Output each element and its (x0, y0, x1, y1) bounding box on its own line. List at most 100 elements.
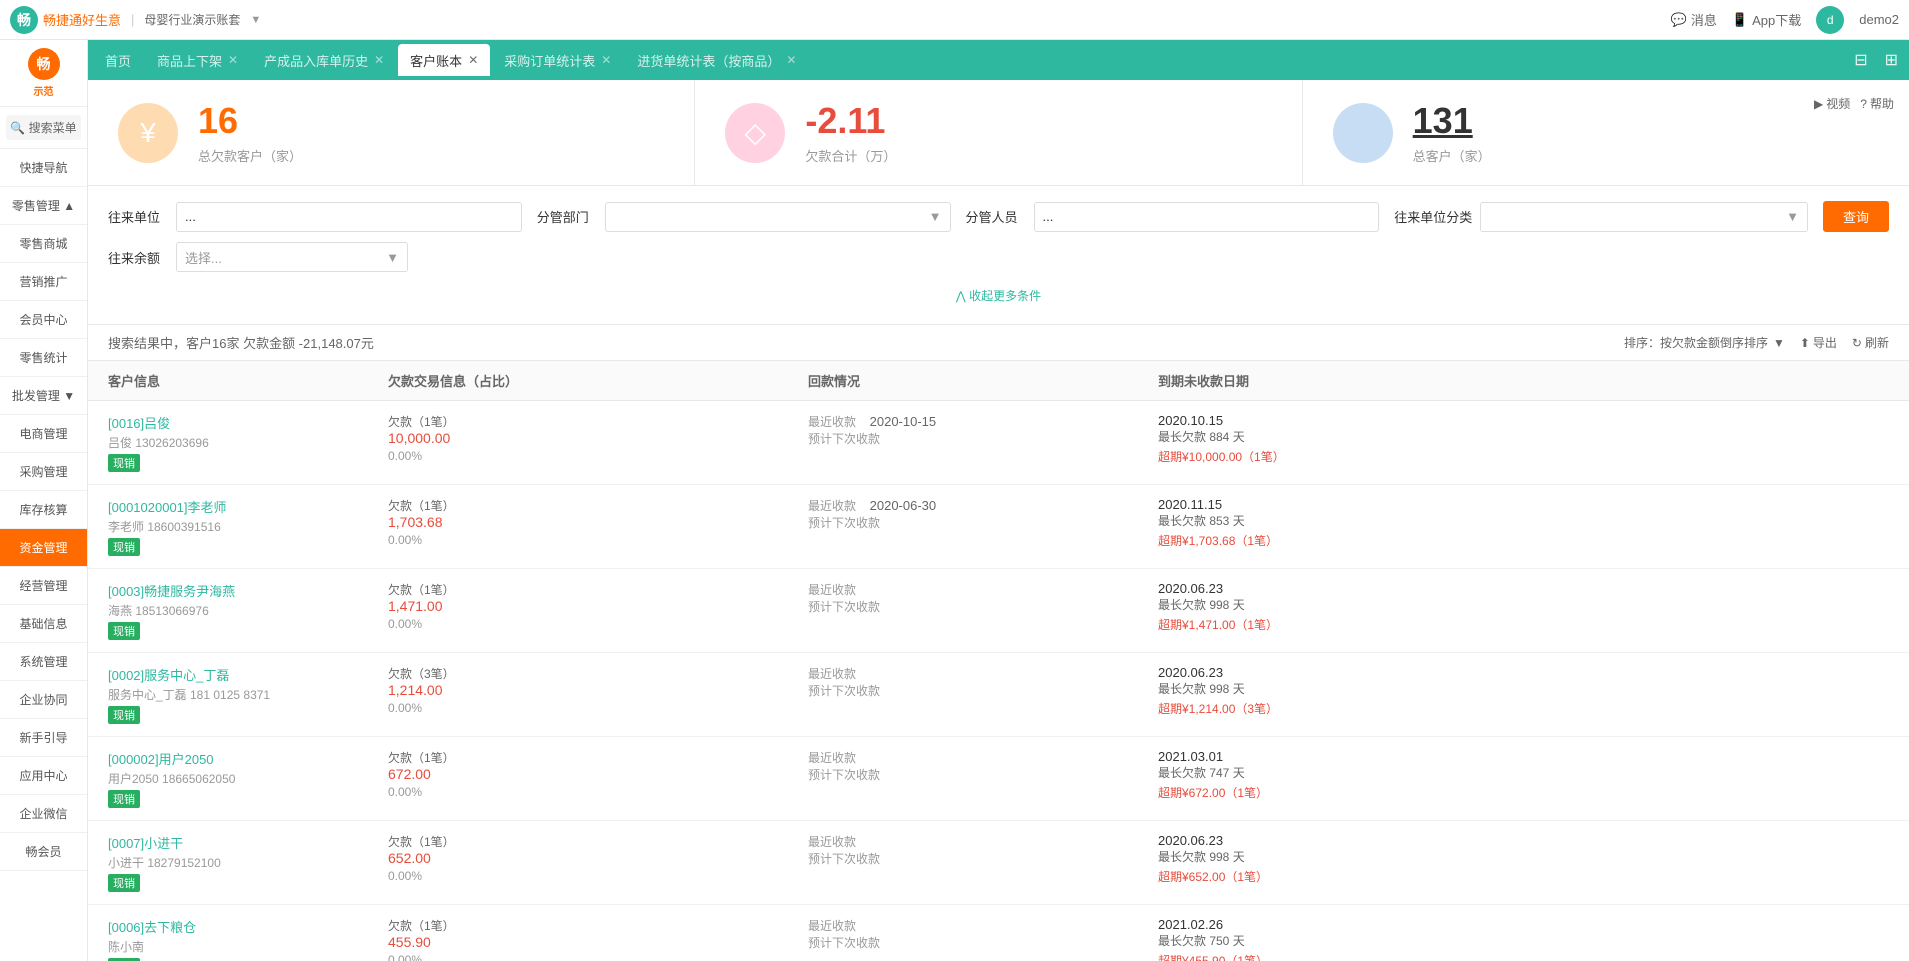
tab-purchase-stats[interactable]: 进货单统计表（按商品） ✕ (625, 44, 808, 76)
sidebar-item-batch-mgmt[interactable]: 批发管理 ▼ (0, 377, 87, 415)
sidebar-item-member[interactable]: 会员中心 (0, 301, 87, 339)
overdue-2[interactable]: 超期¥1,703.68（1笔） (1158, 532, 1889, 549)
sidebar-item-retail-mgmt[interactable]: 零售管理 ▲ (0, 187, 87, 225)
customer-phone-1: 吕俊 13026203696 (108, 434, 388, 451)
debt-amount-2[interactable]: 1,703.68 (388, 514, 443, 530)
filter-dept-select[interactable]: ▼ (605, 202, 951, 232)
overdue-6[interactable]: 超期¥652.00（1笔） (1158, 868, 1889, 885)
customer-name-link-6[interactable]: [0007]小进干 (108, 836, 183, 851)
export-btn[interactable]: ⬆ 导出 (1800, 334, 1837, 351)
col-header-customer: 客户信息 (108, 371, 388, 390)
sidebar-item-marketing[interactable]: 营销推广 (0, 263, 87, 301)
sidebar-item-newbie[interactable]: 新手引导 (0, 719, 87, 757)
page-content: ¥ 16 总欠款客户（家） ◇ -2.11 (88, 80, 1909, 961)
sidebar-item-quick-nav-label: 快捷导航 (19, 161, 67, 175)
debt-amount-5[interactable]: 672.00 (388, 766, 431, 782)
overdue-4[interactable]: 超期¥1,214.00（3笔） (1158, 700, 1889, 717)
debt-amount-7[interactable]: 455.90 (388, 934, 431, 950)
customer-name-link-1[interactable]: [0016]吕俊 (108, 416, 170, 431)
filter-row-2: 往来余额 选择... ▼ (108, 242, 1889, 272)
customer-phone-6: 小进干 18279152100 (108, 854, 388, 871)
sort-select[interactable]: 排序：按欠款金额倒序排序 ▼ (1624, 334, 1785, 351)
debt-info-7: 欠款（1笔） 455.90 0.00% (388, 917, 808, 961)
debt-amount-1[interactable]: 10,000.00 (388, 430, 450, 446)
video-btn[interactable]: ▶ 视频 (1814, 95, 1850, 112)
building-icon (1348, 118, 1378, 148)
filter-category-arrow: ▼ (1786, 209, 1799, 224)
tab-maximize-icon[interactable]: ⊞ (1879, 48, 1904, 72)
tab-close-icon[interactable]: ✕ (468, 53, 478, 67)
customer-name-link-5[interactable]: [000002]用户2050 (108, 752, 214, 767)
sidebar-item-sys[interactable]: 系统管理 (0, 643, 87, 681)
debt-pct-6: 0.00% (388, 869, 808, 883)
tab-product-history[interactable]: 产成品入库单历史 ✕ (252, 44, 396, 76)
tab-home[interactable]: 首页 (93, 44, 143, 76)
debt-amount-4[interactable]: 1,214.00 (388, 682, 443, 698)
col-header-due: 到期未收款日期 (1158, 371, 1889, 390)
search-menu-btn[interactable]: 🔍 搜索菜单 (6, 115, 81, 140)
sidebar-item-ops[interactable]: 经营管理 (0, 567, 87, 605)
customer-info-7: [0006]去下粮仓 陈小南 现销 (108, 917, 388, 961)
sidebar-item-purchase[interactable]: 采购管理 (0, 453, 87, 491)
filter-unit-input[interactable]: ... (176, 202, 522, 232)
sidebar-item-finance[interactable]: 资金管理 (0, 529, 87, 567)
debt-amount-6[interactable]: 652.00 (388, 850, 431, 866)
sidebar-item-retail-mall[interactable]: 零售商城 (0, 225, 87, 263)
overdue-3[interactable]: 超期¥1,471.00（1笔） (1158, 616, 1889, 633)
tab-close-icon[interactable]: ✕ (601, 53, 611, 67)
tab-close-icon[interactable]: ✕ (374, 53, 384, 67)
sidebar-item-ecom[interactable]: 电商管理 (0, 415, 87, 453)
overdue-1[interactable]: 超期¥10,000.00（1笔） (1158, 448, 1889, 465)
filter-category-select[interactable]: ▼ (1480, 202, 1808, 232)
sidebar-item-corp[interactable]: 企业协同 (0, 681, 87, 719)
stat-number-total-customers: 131 (1413, 100, 1491, 142)
tab-customer-account[interactable]: 客户账本 ✕ (398, 44, 490, 76)
tab-purchase-order[interactable]: 采购订单统计表 ✕ (492, 44, 623, 76)
customer-phone-2: 李老师 18600391516 (108, 518, 388, 535)
filter-balance-select[interactable]: 选择... ▼ (176, 242, 408, 272)
tab-close-icon[interactable]: ✕ (228, 53, 238, 67)
search-button[interactable]: 查询 (1823, 201, 1889, 232)
return-info-2: 最近收款 2020-06-30 预计下次收款 (808, 497, 1158, 556)
due-info-2: 2020.11.15 最长欠款 853 天 超期¥1,703.68（1笔） (1158, 497, 1889, 556)
tab-bar-actions: ⊟ ⊞ (1848, 48, 1904, 72)
company-dropdown-arrow[interactable]: ▼ (250, 14, 261, 26)
sidebar-item-retail-stats[interactable]: 零售统计 (0, 339, 87, 377)
debt-info-4: 欠款（3笔） 1,214.00 0.00% (388, 665, 808, 724)
customer-name-link-4[interactable]: [0002]服务中心_丁磊 (108, 668, 229, 683)
tab-product-shelf[interactable]: 商品上下架 ✕ (145, 44, 250, 76)
customer-name-link-2[interactable]: [0001020001]李老师 (108, 500, 227, 515)
collapse-btn[interactable]: ⋀ 收起更多条件 (108, 282, 1889, 309)
customer-name-link-3[interactable]: [0003]畅捷服务尹海燕 (108, 584, 235, 599)
return-label-5: 最近收款 (808, 751, 856, 765)
overdue-5[interactable]: 超期¥672.00（1笔） (1158, 784, 1889, 801)
tab-close-icon[interactable]: ✕ (786, 53, 796, 67)
help-btn[interactable]: ? 帮助 (1860, 95, 1894, 112)
filter-balance-placeholder: 选择... (185, 248, 222, 267)
overdue-7[interactable]: 超期¥455.90（1笔） (1158, 952, 1889, 961)
filter-person-input[interactable]: ... (1034, 202, 1380, 232)
sidebar-item-vip[interactable]: 畅会员 (0, 833, 87, 871)
due-info-5: 2021.03.01 最长欠款 747 天 超期¥672.00（1笔） (1158, 749, 1889, 808)
message-btn[interactable]: 💬 消息 (1671, 10, 1717, 29)
next-payment-5: 预计下次收款 (808, 766, 1158, 783)
sidebar-item-app-center[interactable]: 应用中心 (0, 757, 87, 795)
stat-label-overdue-amount: 欠款合计（万） (805, 146, 896, 165)
next-payment-1: 预计下次收款 (808, 430, 1158, 447)
sidebar-item-label: 企业微信 (19, 807, 67, 821)
video-label: 视频 (1826, 95, 1850, 112)
sidebar-item-corp-wechat[interactable]: 企业微信 (0, 795, 87, 833)
refresh-btn[interactable]: ↻ 刷新 (1852, 334, 1889, 351)
sidebar-item-inventory[interactable]: 库存核算 (0, 491, 87, 529)
app-download-btn[interactable]: 📱 App下载 (1732, 10, 1801, 29)
customer-name-link-7[interactable]: [0006]去下粮仓 (108, 920, 196, 935)
sidebar-item-base-info[interactable]: 基础信息 (0, 605, 87, 643)
user-avatar[interactable]: d (1816, 6, 1844, 34)
top-bar-left: 畅 畅捷通好生意 | 母婴行业演示账套 ▼ (10, 6, 261, 34)
debt-amount-3[interactable]: 1,471.00 (388, 598, 443, 614)
due-date-2: 2020.11.15 (1158, 497, 1889, 512)
sidebar-item-label: 批发管理 ▼ (12, 389, 75, 403)
tab-minimize-icon[interactable]: ⊟ (1848, 48, 1873, 72)
sidebar-item-quick-nav[interactable]: 快捷导航 (0, 149, 87, 187)
due-date-1: 2020.10.15 (1158, 413, 1889, 428)
